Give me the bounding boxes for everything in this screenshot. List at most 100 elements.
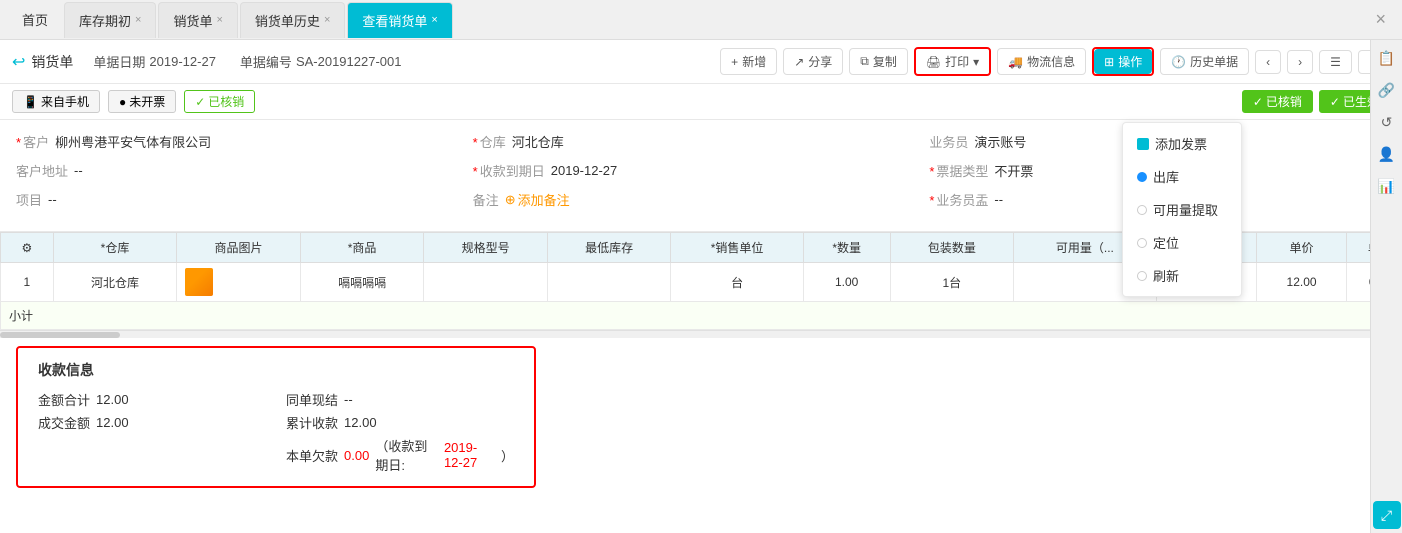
operations-label: 操作 [1118,53,1142,70]
close-inventory-tab[interactable]: × [135,14,141,26]
available-qty-icon [1137,205,1147,215]
staff-label: 业务员 [929,132,968,151]
share-button[interactable]: ↗ 分享 [783,48,843,75]
outbound-item[interactable]: 出库 [1123,160,1241,193]
from-phone-button[interactable]: 📱 来自手机 [12,90,100,113]
this-order-date: 2019-12-27 [444,440,495,470]
due-date-value[interactable]: 2019-12-27 [551,163,618,178]
customer-field: 客户 柳州粤港平安气体有限公司 [16,132,473,151]
view-list-button[interactable]: ☰ [1319,50,1352,74]
history-button[interactable]: 🕐 历史单据 [1160,48,1249,75]
print-icon: 🖨 [926,55,941,69]
add-note-label: 添加备注 [518,190,570,209]
not-open-label: 未开票 [129,93,165,110]
main-content: ↩ 销货单 单据日期 2019-12-27 单据编号 SA-20191227-0… [0,40,1402,533]
tab-sales[interactable]: 销货单 × [158,2,237,38]
row-image [177,263,301,302]
invoice-icon [1137,138,1149,150]
print-btn-wrapper: 🖨 打印 ▾ [914,47,991,76]
available-qty-label: 可用量提取 [1153,200,1218,219]
share-icon: ↗ [794,55,804,69]
address-label: 客户地址 [16,161,68,180]
plus-note-icon: ⊕ [505,192,516,208]
tab-view-sales[interactable]: 查看销货单 × [347,2,452,38]
close-view-sales-tab[interactable]: × [431,14,437,26]
transaction-row: 成交金额 12.00 [38,413,266,432]
tab-bar: 首页 库存期初 × 销货单 × 销货单历史 × 查看销货单 × × [0,0,1402,40]
horizontal-scrollbar[interactable] [0,330,1402,338]
add-note-button[interactable]: ⊕ 添加备注 [505,190,570,209]
available-qty-item[interactable]: 可用量提取 [1123,193,1241,226]
row-spec [424,263,548,302]
cumulative-label: 累计收款 [286,413,338,432]
sidebar-icon-4[interactable]: 👤 [1373,140,1401,168]
this-order-label: 本单欠款 [286,446,338,465]
doc-title-section: ↩ 销货单 [12,52,73,72]
operations-icon: ⊞ [1104,55,1114,69]
print-button[interactable]: 🖨 打印 ▾ [916,49,989,74]
sidebar-icon-expand[interactable]: ⤢ [1373,501,1401,529]
same-order-label: 同单现结 [286,390,338,409]
close-sales-history-tab[interactable]: × [324,14,330,26]
col-price: 单价 [1257,233,1346,263]
doc-number-label: 单据编号 [240,52,292,71]
subtotal-label: 小计 [1,302,1402,330]
history-label: 历史单据 [1190,53,1238,70]
doc-icon: ↩ [12,52,25,72]
next-button[interactable]: › [1287,50,1313,74]
tab-inventory[interactable]: 库存期初 × [64,2,156,38]
transaction-label: 成交金额 [38,413,90,432]
col-min-stock: 最低库存 [547,233,671,263]
toolbar-row1: ↩ 销货单 单据日期 2019-12-27 单据编号 SA-20191227-0… [0,40,1402,84]
new-label: 新增 [742,53,766,70]
payment-info-grid: 金额合计 12.00 同单现结 -- 成交金额 12.00 累计收款 12.00… [38,390,514,474]
refresh-icon [1137,271,1147,281]
product-image [185,268,213,296]
warehouse-value[interactable]: 河北仓库 [512,132,564,151]
customer-value[interactable]: 柳州粤港平安气体有限公司 [55,132,211,151]
payment-info-box: 收款信息 金额合计 12.00 同单现结 -- 成交金额 12.00 累计收款 … [16,346,536,488]
tab-view-sales-label: 查看销货单 [362,11,427,30]
sales-label: 业务员盂 [929,190,988,209]
operations-btn-wrapper: ⊞ 操作 [1092,47,1154,76]
tab-home[interactable]: 首页 [8,4,62,35]
tab-sales-history[interactable]: 销货单历史 × [240,2,345,38]
add-invoice-item[interactable]: 添加发票 [1123,127,1241,160]
history-icon: 🕐 [1171,55,1186,69]
sidebar-icon-2[interactable]: 🔗 [1373,76,1401,104]
address-field: 客户地址 -- [16,161,473,180]
doc-date-value: 2019-12-27 [149,54,216,69]
locate-item[interactable]: 定位 [1123,226,1241,259]
effective-check-icon: ✓ [1330,95,1340,109]
sidebar-icon-3[interactable]: ↺ [1373,108,1401,136]
copy-button[interactable]: ⧉ 复制 [849,48,908,75]
col-product: *商品 [300,233,424,263]
warehouse-field: 仓库 河北仓库 [473,132,930,151]
scroll-track[interactable] [0,332,120,338]
sidebar-icon-1[interactable]: 📋 [1373,44,1401,72]
locate-icon [1137,238,1147,248]
close-sales-tab[interactable]: × [216,14,222,26]
refresh-item[interactable]: 刷新 [1123,259,1241,292]
doc-number-value: SA-20191227-001 [296,54,402,69]
print-label: 打印 [945,53,969,70]
staff-value[interactable]: 演示账号 [974,132,1026,151]
prev-button[interactable]: ‹ [1255,50,1281,74]
ticket-value[interactable]: 不开票 [994,161,1033,180]
note-field: 备注 ⊕ 添加备注 [473,190,930,209]
sidebar-icon-5[interactable]: 📊 [1373,172,1401,200]
not-open-button[interactable]: ● 未开票 [108,90,176,113]
row-product: 嗝嗝嗝嗝 [300,263,424,302]
operations-button[interactable]: ⊞ 操作 [1094,49,1152,74]
col-settings[interactable]: ⚙ [1,233,54,263]
total-row: 金额合计 12.00 [38,390,266,409]
payment-info-title: 收款信息 [38,360,514,380]
this-order-row: 本单欠款 0.00 （收款到期日: 2019-12-27 ） [286,436,514,474]
window-close-button[interactable]: × [1367,5,1394,34]
logistics-button[interactable]: 🚚 物流信息 [997,48,1086,75]
sold-button[interactable]: ✓ 已核销 [1242,90,1313,113]
verified-button[interactable]: ✓ 已核销 [184,90,255,113]
warehouse-label: 仓库 [473,132,506,151]
sold-check-icon: ✓ [1253,95,1263,109]
new-button[interactable]: + 新增 [720,48,777,75]
